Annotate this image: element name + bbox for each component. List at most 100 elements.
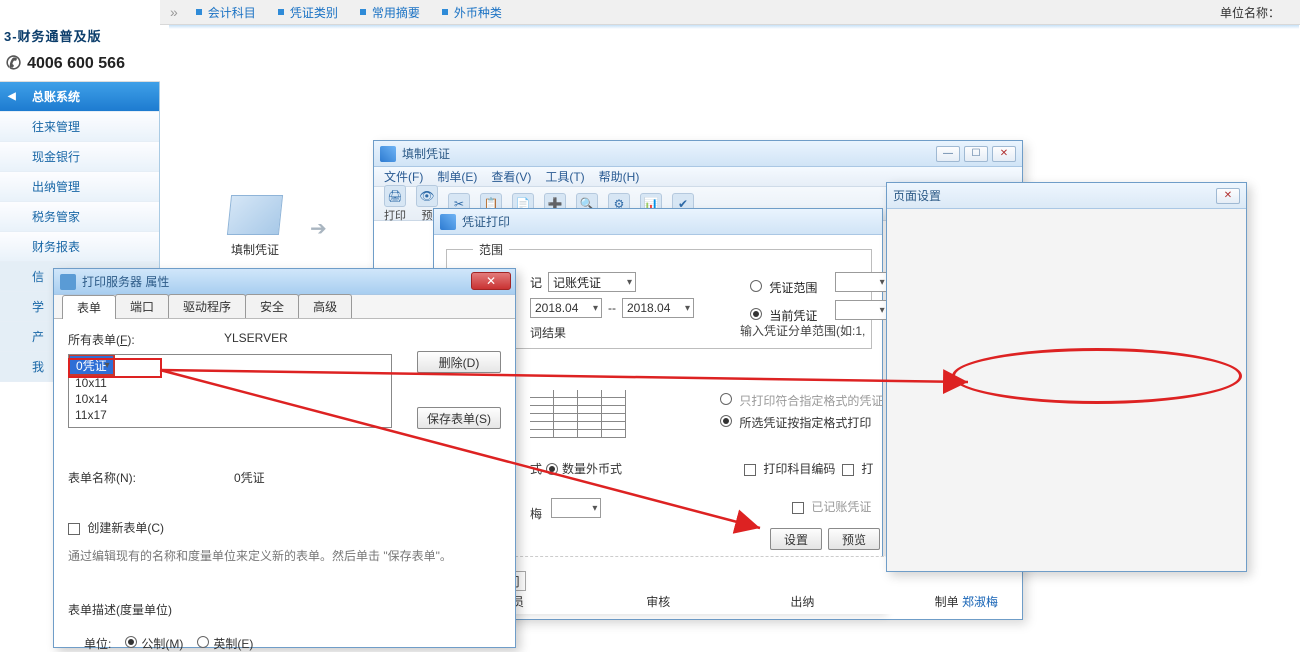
print-server-properties-dialog: 打印服务器 属性 ✕ 表单 端口 驱动程序 安全 高级 所有表单(F): YLS… [53, 268, 516, 648]
chk-create-form-label: 创建新表单(C) [87, 521, 164, 535]
format-prefix: 式 [530, 460, 542, 477]
current-num-input[interactable] [835, 300, 889, 320]
date-to-select[interactable]: 2018.04 [622, 298, 694, 318]
sidebar-item-wlgl[interactable]: 往来管理 [0, 112, 159, 142]
top-menu: » 会计科目 凭证类别 常用摘要 外币种类 单位名称： [160, 0, 1300, 24]
btn-preview[interactable]: 预览 [828, 528, 880, 550]
form-item-0[interactable]: 0凭证 [69, 355, 114, 375]
foot-maker-label: 制单 [935, 595, 959, 609]
phone-icon: ✆ [6, 53, 21, 74]
radio-metric[interactable] [125, 636, 137, 648]
chk-create-form[interactable] [68, 523, 80, 535]
range-right-opt1[interactable]: 凭证范围 [750, 272, 889, 296]
chk-subject[interactable] [744, 464, 756, 476]
table-preview-icon [530, 390, 626, 450]
form-item-1[interactable]: 10x11 [69, 375, 391, 391]
prop-close-button[interactable]: ✕ [471, 272, 511, 290]
voucher-type-row: 记 记账凭证 [530, 272, 636, 292]
pagesetup-close-button[interactable]: ✕ [1216, 188, 1240, 204]
sidebar-item-xjyh[interactable]: 现金银行 [0, 142, 159, 172]
date-from-select[interactable]: 2018.04 [530, 298, 602, 318]
tab-advanced[interactable]: 高级 [298, 294, 352, 318]
range-right-opt2[interactable]: 当前凭证 [750, 300, 889, 324]
voucher-type-prefix: 记 [530, 274, 542, 291]
menu-pzlb[interactable]: 凭证类别 [278, 4, 338, 21]
btn-save-form[interactable]: 保存表单(S) [417, 407, 501, 429]
range-num-input[interactable] [835, 272, 889, 292]
radio-english[interactable] [197, 636, 209, 648]
print-titlebar[interactable]: 凭证打印 [434, 209, 882, 235]
voucher-window-title: 填制凭证 [402, 145, 936, 162]
menu-kjkm[interactable]: 会计科目 [196, 4, 256, 21]
radio-amount-fc-label: 数量外币式 [562, 460, 622, 477]
form-desc-title: 表单描述(度量单位) [68, 601, 172, 618]
radio-by-format-label: 所选凭证按指定格式打印 [739, 416, 871, 430]
form-item-3[interactable]: 11x17 [69, 407, 391, 423]
form-name-value: 0凭证 [234, 469, 265, 486]
phone-bar: ✆ 4006 600 566 [0, 46, 160, 82]
by-format-row[interactable]: 所选凭证按指定格式打印 [720, 414, 871, 431]
tab-drivers[interactable]: 驱动程序 [168, 294, 246, 318]
radio-amount-fc[interactable] [546, 463, 558, 475]
btn-delete-form[interactable]: 删除(D) [417, 351, 501, 373]
radio-voucher-range[interactable] [750, 280, 762, 292]
tab-security[interactable]: 安全 [245, 294, 299, 318]
chk-subject-row[interactable]: 打印科目编码 打 [744, 460, 873, 477]
print-dialog-title: 凭证打印 [462, 213, 876, 230]
voucher-doc-icon [227, 195, 283, 235]
prop-titlebar[interactable]: 打印服务器 属性 ✕ [54, 269, 515, 295]
summary-row: 梅 [530, 498, 601, 522]
sidebar-item-cwbb[interactable]: 财务报表 [0, 232, 159, 262]
prop-title: 打印服务器 属性 [82, 273, 509, 290]
only-format-row[interactable]: 只打印符合指定格式的凭证 [720, 392, 883, 409]
brand-title: 3-财务通普及版 [0, 24, 160, 46]
form-unit-row: 单位: 公制(M) 英制(E) [84, 635, 253, 652]
menu-make[interactable]: 制单(E) [437, 168, 477, 185]
date-dash: -- [608, 301, 616, 315]
chk-cashjournal-row[interactable]: 已记账凭证 [792, 498, 871, 515]
close-button[interactable]: ✕ [992, 146, 1016, 162]
chk-subject-label: 打印科目编码 [763, 462, 835, 476]
print-icon[interactable]: 🖨 [384, 185, 406, 207]
radio-only-format-label: 只打印符合指定格式的凭证 [739, 394, 883, 408]
form-list[interactable]: 0凭证 10x11 10x14 11x17 [68, 354, 392, 428]
summary-sel[interactable] [551, 498, 601, 518]
voucher-type-select[interactable]: 记账凭证 [548, 272, 636, 292]
sidebar-item-gl[interactable]: 总账系统 [0, 82, 159, 112]
form-name-label: 表单名称(N): [68, 469, 136, 486]
sidebar-item-swgj[interactable]: 税务管家 [0, 202, 159, 232]
server-name: YLSERVER [224, 331, 288, 345]
radio-current-voucher[interactable] [750, 308, 762, 320]
chk-cashjournal[interactable] [792, 502, 804, 514]
format-row: 式 数量外币式 [530, 460, 622, 477]
radio-by-format[interactable] [720, 415, 732, 427]
menu-help[interactable]: 帮助(H) [599, 168, 640, 185]
chk-create-form-row[interactable]: 创建新表单(C) [68, 519, 164, 536]
sidebar-item-cngl[interactable]: 出纳管理 [0, 172, 159, 202]
preview-icon[interactable]: 👁 [416, 185, 438, 207]
voucher-stage-icon[interactable]: 填制凭证 [220, 195, 290, 258]
maximize-button[interactable]: ☐ [964, 146, 988, 162]
voucher-titlebar[interactable]: 填制凭证 — ☐ ✕ [374, 141, 1022, 167]
radio-voucher-range-label: 凭证范围 [769, 281, 817, 295]
menu-view[interactable]: 查看(V) [491, 168, 531, 185]
flow-arrow-icon: ➔ [310, 216, 327, 241]
tab-ports[interactable]: 端口 [115, 294, 169, 318]
voucher-window-icon [380, 146, 396, 162]
menu-cyzy[interactable]: 常用摘要 [360, 4, 420, 21]
menu-tool[interactable]: 工具(T) [545, 168, 584, 185]
print-label: 打印 [384, 207, 406, 223]
menu-wbzl[interactable]: 外币种类 [442, 4, 502, 21]
menu-file[interactable]: 文件(F) [384, 168, 423, 185]
btn-page-setup[interactable]: 设置 [770, 528, 822, 550]
form-item-2[interactable]: 10x14 [69, 391, 391, 407]
voucher-stage-label: 填制凭证 [231, 243, 279, 257]
result-tail: 词结果 [530, 324, 566, 341]
tab-forms[interactable]: 表单 [62, 295, 116, 319]
foot-cashier: 出纳 [790, 593, 814, 610]
radio-only-format[interactable] [720, 393, 732, 405]
minimize-button[interactable]: — [936, 146, 960, 162]
chk-subject2[interactable] [842, 464, 854, 476]
form-note: 通过编辑现有的名称和度量单位来定义新的表单。然后单击 "保存表单"。 [68, 547, 468, 565]
pagesetup-titlebar[interactable]: 页面设置 ✕ [887, 183, 1246, 209]
